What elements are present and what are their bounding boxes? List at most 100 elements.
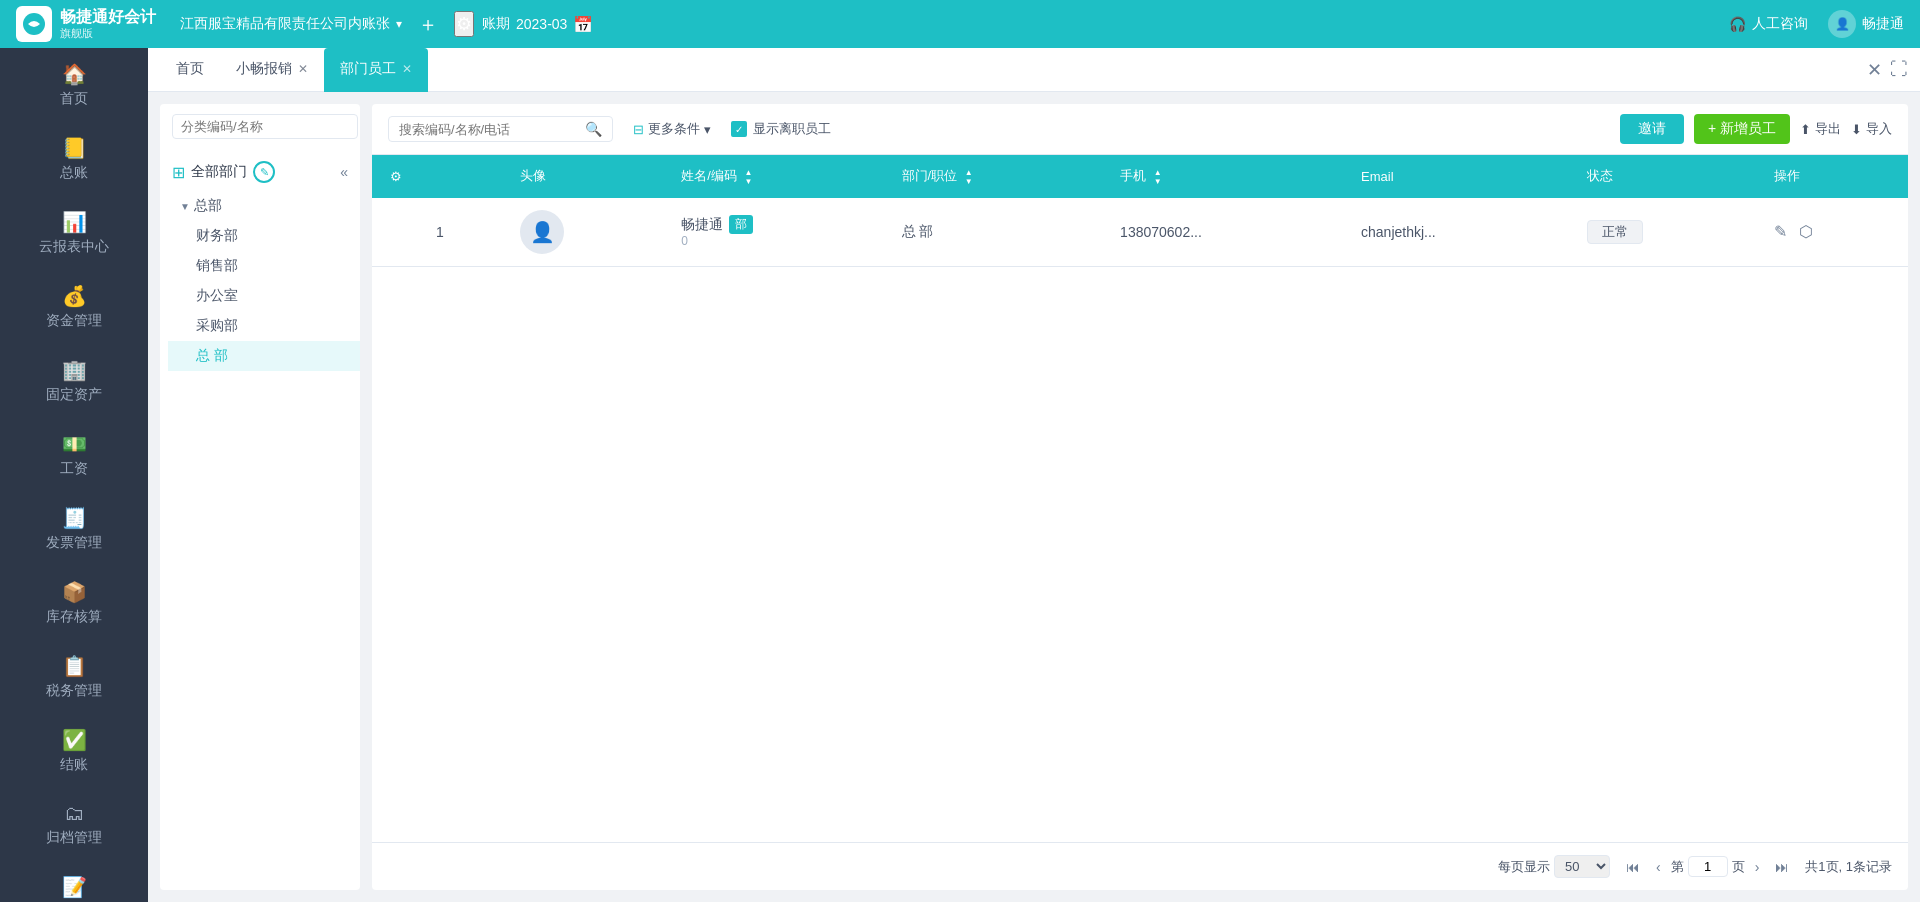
all-dept-item[interactable]: ⊞ 全部部门 ✎ « <box>160 153 360 191</box>
show-resigned-checkbox[interactable]: ✓ <box>731 121 747 137</box>
filter-label: 更多条件 <box>648 120 700 138</box>
dept-sub-office[interactable]: 办公室 <box>168 281 360 311</box>
expand-icon: ▼ <box>180 201 190 212</box>
import-button[interactable]: ⬇ 导入 <box>1851 120 1892 138</box>
pagination: 每页显示 20 50 100 ⏮ ‹ 第 页 › <box>372 842 1908 890</box>
sidebar-item-funds[interactable]: 💰 资金管理 <box>0 270 148 344</box>
user-info[interactable]: 👤 畅捷通 <box>1828 10 1904 38</box>
sidebar-item-assets[interactable]: 🏢 固定资产 <box>0 344 148 418</box>
tab-department[interactable]: 部门员工 ✕ <box>324 48 428 92</box>
sidebar-item-salary[interactable]: 💵 工资 <box>0 418 148 492</box>
sidebar: 🏠 首页 📒 总账 📊 云报表中心 💰 资金管理 🏢 固定资产 💵 工资 🧾 发… <box>0 48 148 902</box>
page-label: 第 <box>1671 858 1684 876</box>
sort-name-icon: ▲▼ <box>745 168 753 186</box>
logo-sub: 旗舰版 <box>60 26 156 41</box>
reports-icon: 📊 <box>62 210 87 234</box>
left-panel: 🔍 ⊞ 全部部门 ✎ « ▼ 总部 财务部 <box>160 104 360 890</box>
last-page-button[interactable]: ⏭ <box>1769 857 1795 877</box>
period-label: 账期 <box>482 15 510 33</box>
edit-employee-icon[interactable]: ✎ <box>1774 222 1787 241</box>
tab-home[interactable]: 首页 <box>160 48 220 92</box>
employee-search-input[interactable] <box>399 122 579 137</box>
logo-icon <box>16 6 52 42</box>
settings-button[interactable]: ⚙ <box>454 11 474 37</box>
sidebar-item-label: 云报表中心 <box>39 238 109 256</box>
home-icon: 🏠 <box>62 62 87 86</box>
close-tab-department-icon[interactable]: ✕ <box>402 62 412 76</box>
close-tab-button[interactable]: ✕ <box>1867 59 1882 81</box>
sidebar-item-label: 工资 <box>60 460 88 478</box>
invite-button[interactable]: 邀请 <box>1620 114 1684 144</box>
dept-search-area: 🔍 <box>160 104 360 149</box>
logo-area: 畅捷通好会计 旗舰版 <box>16 6 164 42</box>
tab-bar: 首页 小畅报销 ✕ 部门员工 ✕ ✕ ⛶ <box>148 48 1920 92</box>
tab-expense[interactable]: 小畅报销 ✕ <box>220 48 324 92</box>
add-button[interactable]: ＋ <box>418 11 438 38</box>
sidebar-item-label: 资金管理 <box>46 312 102 330</box>
logout-employee-icon[interactable]: ⬡ <box>1799 222 1813 241</box>
status-badge: 正常 <box>1587 220 1643 244</box>
page-number-input[interactable] <box>1688 856 1728 877</box>
sidebar-item-reports[interactable]: 📊 云报表中心 <box>0 196 148 270</box>
company-selector[interactable]: 江西服宝精品有限责任公司内账张 ▾ <box>180 15 402 33</box>
collapse-icon[interactable]: « <box>340 164 348 180</box>
sidebar-item-label: 首页 <box>60 90 88 108</box>
row-mobile: 138070602... <box>1104 198 1345 267</box>
sidebar-item-label: 总账 <box>60 164 88 182</box>
sidebar-item-closing[interactable]: ✅ 结账 <box>0 714 148 788</box>
sidebar-item-archive[interactable]: 🗂 归档管理 <box>0 788 148 861</box>
employee-dept-badge: 部 <box>729 215 753 234</box>
table-header-dept[interactable]: 部门/职位 ▲▼ <box>886 155 1105 198</box>
table-header-mobile[interactable]: 手机 ▲▼ <box>1104 155 1345 198</box>
export-button[interactable]: ⬆ 导出 <box>1800 120 1841 138</box>
row-avatar: 👤 <box>504 198 665 267</box>
dept-root-item[interactable]: ▼ 总部 <box>168 191 360 221</box>
dept-sub-finance[interactable]: 财务部 <box>168 221 360 251</box>
table-header-avatar: 头像 <box>504 155 665 198</box>
close-tab-expense-icon[interactable]: ✕ <box>298 62 308 76</box>
headphone-icon: 🎧 <box>1729 16 1746 32</box>
sidebar-item-label: 税务管理 <box>46 682 102 700</box>
dept-tree: ⊞ 全部部门 ✎ « ▼ 总部 财务部 销售部 办公室 采购部 <box>160 149 360 890</box>
invoice-icon: 🧾 <box>62 506 87 530</box>
sidebar-item-invoice[interactable]: 🧾 发票管理 <box>0 492 148 566</box>
sidebar-item-expense[interactable]: 📝 小畅报销 <box>0 861 148 902</box>
sort-mobile-icon: ▲▼ <box>1154 168 1162 186</box>
company-name: 江西服宝精品有限责任公司内账张 <box>180 15 390 33</box>
support-button[interactable]: 🎧 人工咨询 <box>1729 15 1808 33</box>
prev-page-button[interactable]: ‹ <box>1650 857 1667 877</box>
table-header-settings[interactable]: ⚙ <box>372 155 420 198</box>
sidebar-item-tax[interactable]: 📋 税务管理 <box>0 640 148 714</box>
first-page-button[interactable]: ⏮ <box>1620 857 1646 877</box>
edit-dept-button[interactable]: ✎ <box>253 161 275 183</box>
row-actions: ✎ ⬡ <box>1758 198 1908 267</box>
period-value: 2023-03 <box>516 16 567 32</box>
dept-root-label: 总部 <box>194 197 222 215</box>
dept-sub-sales[interactable]: 销售部 <box>168 251 360 281</box>
add-employee-button[interactable]: + 新增员工 <box>1694 114 1790 144</box>
table-header-name[interactable]: 姓名/编码 ▲▼ <box>665 155 885 198</box>
sidebar-item-ledger[interactable]: 📒 总账 <box>0 122 148 196</box>
employee-code: 0 <box>681 234 869 248</box>
expand-tab-button[interactable]: ⛶ <box>1890 59 1908 81</box>
sidebar-item-inventory[interactable]: 📦 库存核算 <box>0 566 148 640</box>
import-icon: ⬇ <box>1851 122 1862 137</box>
sidebar-item-home[interactable]: 🏠 首页 <box>0 48 148 122</box>
employee-search-wrap: 🔍 <box>388 116 613 142</box>
calendar-icon[interactable]: 📅 <box>573 15 593 34</box>
dept-search-input[interactable] <box>172 114 358 139</box>
dept-sub-headquarters[interactable]: 总 部 <box>168 341 360 371</box>
filter-button[interactable]: ⊟ 更多条件 ▾ <box>625 116 719 142</box>
grid-icon: ⊞ <box>172 163 185 182</box>
support-label: 人工咨询 <box>1752 15 1808 33</box>
dept-sub-purchase[interactable]: 采购部 <box>168 311 360 341</box>
chevron-down-icon: ▾ <box>704 122 711 137</box>
next-page-button[interactable]: › <box>1749 857 1766 877</box>
page-size-select[interactable]: 20 50 100 <box>1554 855 1610 878</box>
page-nav: ⏮ ‹ 第 页 › ⏭ <box>1620 856 1795 877</box>
table-header-status: 状态 <box>1571 155 1757 198</box>
sidebar-item-label: 库存核算 <box>46 608 102 626</box>
chevron-down-icon: ▾ <box>396 17 402 31</box>
table-header-email: Email <box>1345 155 1571 198</box>
user-name: 畅捷通 <box>1862 15 1904 33</box>
